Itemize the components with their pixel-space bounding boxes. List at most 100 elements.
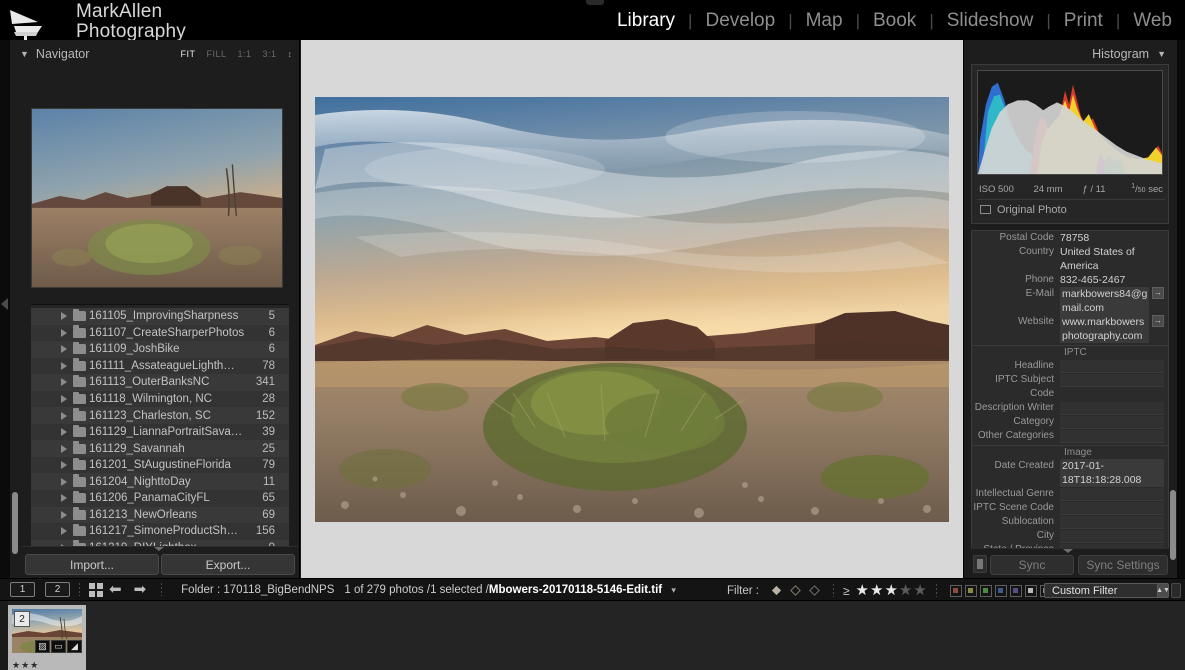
module-library[interactable]: Library (604, 10, 688, 32)
metadata-field-value[interactable] (1060, 360, 1164, 373)
rating-gte-icon[interactable]: ≥ (843, 584, 850, 598)
flag-unflagged-icon[interactable] (789, 584, 802, 597)
folder-disclosure-icon[interactable] (61, 444, 67, 453)
star-1[interactable]: ★ (856, 583, 869, 598)
folder-disclosure-icon[interactable] (61, 345, 67, 354)
import-button[interactable]: Import... (25, 554, 159, 575)
module-develop[interactable]: Develop (692, 10, 788, 32)
zoom-fill-option[interactable]: FILL (206, 49, 226, 59)
navigator-preview[interactable] (31, 108, 283, 288)
original-photo-row[interactable]: Original Photo (977, 199, 1165, 219)
filename-dropdown-icon[interactable]: ▾ (671, 585, 676, 595)
app-logo[interactable]: MarkAllen Photography (8, 2, 208, 41)
module-web[interactable]: Web (1120, 10, 1185, 32)
folder-disclosure-icon[interactable] (61, 361, 67, 370)
chevron-down-icon[interactable]: ▼ (20, 49, 29, 59)
zoom-fit-option[interactable]: FIT (180, 49, 195, 59)
metadata-field-value[interactable] (1060, 416, 1164, 429)
star-5[interactable]: ★ (913, 583, 926, 598)
folder-row[interactable]: 161118_Wilmington, NC 28 (31, 390, 289, 408)
metadata-field-value[interactable] (1060, 530, 1164, 543)
previous-photo-icon[interactable]: ⬅ (109, 582, 122, 597)
exif-focal-length[interactable]: 24 mm (1025, 184, 1071, 195)
main-photo[interactable] (315, 97, 949, 522)
star-4[interactable]: ★ (899, 583, 912, 598)
exif-aperture[interactable]: ƒ / 11 (1071, 184, 1117, 195)
folder-disclosure-icon[interactable] (61, 510, 67, 519)
metadata-field-value[interactable]: 78758 (1060, 231, 1164, 245)
exif-iso[interactable]: ISO 500 (979, 184, 1025, 195)
original-photo-checkbox-icon[interactable] (980, 205, 991, 214)
flag-picked-icon[interactable] (770, 584, 783, 597)
develop-badge-icon[interactable]: ◢ (67, 640, 82, 653)
folder-disclosure-icon[interactable] (61, 461, 67, 470)
folder-row[interactable]: 161105_ImprovingSharpness 5 (31, 308, 289, 325)
loupe-view[interactable] (301, 40, 963, 578)
left-panel-collapse-strip[interactable] (0, 40, 10, 578)
folder-disclosure-icon[interactable] (61, 312, 67, 321)
folder-row[interactable]: 161123_Charleston, SC 152 (31, 407, 289, 424)
folder-row[interactable]: 161129_LiannaPortraitSava… 39 (31, 423, 289, 441)
folder-row[interactable]: 161213_NewOrleans 69 (31, 506, 289, 524)
filmstrip-thumbnail[interactable]: 2 ▨ ▭ ◢ ★★★ (8, 605, 86, 670)
folder-row[interactable]: 161129_Savannah 25 (31, 440, 289, 457)
right-panel-scrollbar[interactable] (1170, 490, 1176, 560)
folder-disclosure-icon[interactable] (61, 378, 67, 387)
color-label-swatch[interactable] (949, 584, 962, 597)
metadata-field-value[interactable] (1060, 402, 1164, 415)
chevron-down-icon[interactable]: ▼ (1157, 49, 1166, 59)
folder-disclosure-icon[interactable] (61, 494, 67, 503)
keyword-badge-icon[interactable]: ▨ (35, 640, 50, 653)
folder-row[interactable]: 161204_NighttoDay 11 (31, 473, 289, 491)
zoom-1-1-option[interactable]: 1:1 (237, 49, 251, 59)
zoom-3-1-option[interactable]: 3:1 (262, 49, 276, 59)
star-2[interactable]: ★ (870, 583, 883, 598)
crop-badge-icon[interactable]: ▭ (51, 640, 66, 653)
metadata-field-value[interactable]: 832-465-2467 (1060, 273, 1164, 287)
metadata-field-value[interactable] (1060, 516, 1164, 529)
custom-filter-stepper-icon[interactable]: ▲▼ (1156, 584, 1170, 597)
metadata-field-value[interactable] (1060, 502, 1164, 515)
star-3[interactable]: ★ (884, 583, 897, 598)
collapse-left-arrow-icon[interactable] (1, 298, 8, 310)
color-label-swatch[interactable] (1009, 584, 1022, 597)
folder-row[interactable]: 161109_JoshBike 6 (31, 341, 289, 358)
metadata-field-value[interactable] (1060, 488, 1164, 501)
module-print[interactable]: Print (1051, 10, 1116, 32)
metadata-field-value[interactable]: United States of America (1060, 245, 1164, 273)
folder-disclosure-icon[interactable] (61, 328, 67, 337)
metadata-field-value[interactable]: www.markbowersphotography.com (1060, 315, 1149, 343)
metadata-field-value[interactable] (1060, 430, 1164, 443)
module-slideshow[interactable]: Slideshow (934, 10, 1047, 32)
metadata-jump-icon[interactable]: → (1152, 315, 1164, 327)
color-label-swatch[interactable] (994, 584, 1007, 597)
folder-disclosure-icon[interactable] (61, 428, 67, 437)
folder-row[interactable]: 161111_AssateagueLighth… 78 (31, 357, 289, 375)
next-photo-icon[interactable]: ➡ (134, 582, 147, 597)
folder-disclosure-icon[interactable] (61, 411, 67, 420)
folder-disclosure-icon[interactable] (61, 477, 67, 486)
right-panel-collapse-strip[interactable] (1177, 40, 1185, 578)
right-panel-collapse-icon[interactable] (1063, 549, 1073, 553)
color-label-swatch[interactable] (964, 584, 977, 597)
folder-disclosure-icon[interactable] (61, 527, 67, 536)
zoom-stepper-icon[interactable]: ↕ (288, 50, 293, 59)
folder-row[interactable]: 161107_CreateSharperPhotos 6 (31, 324, 289, 342)
color-label-swatch[interactable] (1024, 584, 1037, 597)
metadata-jump-icon[interactable]: → (1152, 287, 1164, 299)
sync-mode-icon[interactable] (973, 555, 987, 573)
custom-filter-dropdown[interactable]: Custom Filter ▲▼ (1044, 583, 1170, 598)
sync-settings-button[interactable]: Sync Settings (1078, 555, 1168, 575)
metadata-field-value[interactable]: 2017-01-18T18:18:28.008 (1060, 459, 1164, 487)
sync-button[interactable]: Sync (990, 555, 1074, 575)
folder-row[interactable]: 161113_OuterBanksNC 341 (31, 374, 289, 391)
module-book[interactable]: Book (860, 10, 929, 32)
histogram-plot[interactable] (977, 70, 1163, 175)
metadata-field-value[interactable] (1060, 374, 1164, 387)
exif-shutter-speed[interactable]: 1/50 sec (1117, 183, 1163, 195)
folder-disclosure-icon[interactable] (61, 395, 67, 403)
thumbnail-rating[interactable]: ★★★ (12, 660, 39, 670)
left-panel-collapse-icon[interactable] (154, 547, 164, 551)
flag-rejected-icon[interactable] (808, 584, 821, 597)
filter-lock-button[interactable] (1171, 583, 1181, 598)
